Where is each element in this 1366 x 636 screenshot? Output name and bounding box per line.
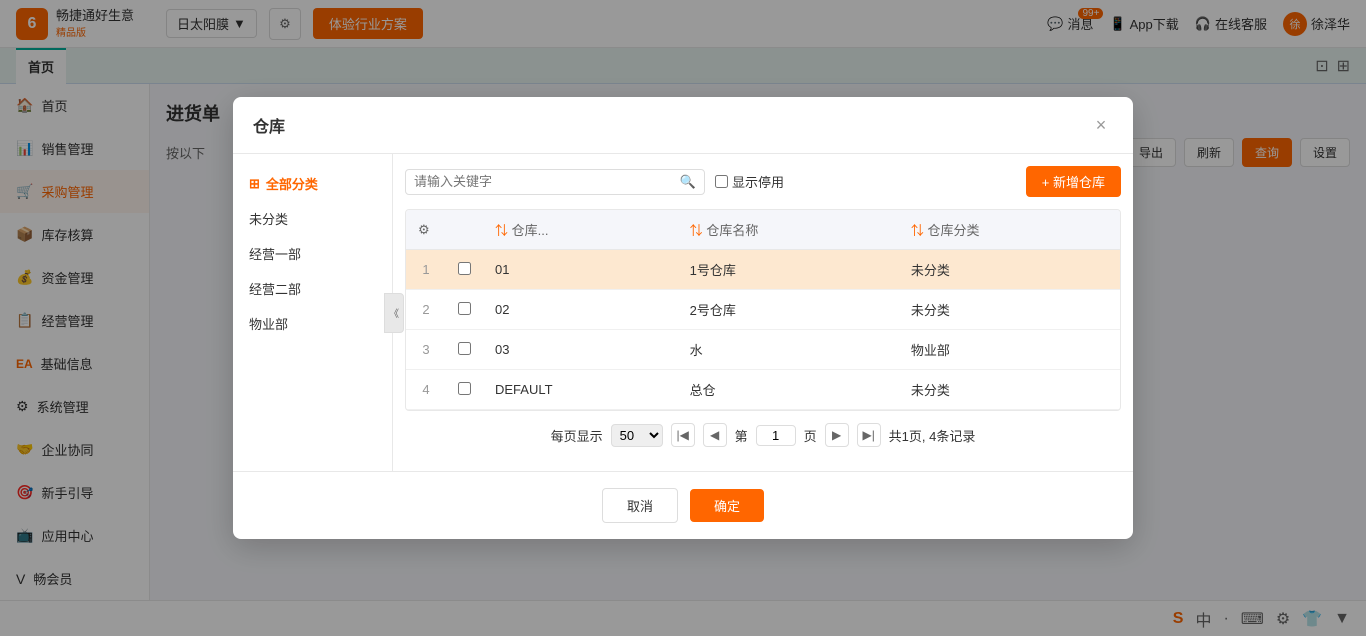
gear-col-icon: ⚙ [418, 222, 430, 237]
confirm-button[interactable]: 确定 [690, 489, 764, 522]
row-code: DEFAULT [483, 370, 678, 410]
modal-close-button[interactable]: × [1089, 113, 1113, 137]
row-checkbox[interactable] [446, 330, 483, 370]
row-gear: 4 [406, 370, 446, 410]
row-name: 2号仓库 [678, 290, 899, 330]
sort-icon3: ⇅ [911, 223, 924, 238]
row-gear: 1 [406, 250, 446, 290]
per-page-label: 每页显示 [551, 426, 603, 445]
row-category: 未分类 [899, 370, 1120, 410]
cancel-button[interactable]: 取消 [602, 488, 678, 523]
col-code[interactable]: ⇅ 仓库... [483, 210, 678, 250]
row-checkbox[interactable] [446, 290, 483, 330]
row-category: 未分类 [899, 250, 1120, 290]
data-table: ⚙ ⇅ 仓库... ⇅ 仓库名称 [405, 209, 1121, 411]
category-all[interactable]: ⊞ 全部分类 [233, 166, 392, 201]
total-records: 共1页, 4条记录 [889, 426, 976, 445]
row-category: 物业部 [899, 330, 1120, 370]
modal-title: 仓库 [253, 113, 285, 137]
col-category[interactable]: ⇅ 仓库分类 [899, 210, 1120, 250]
page-label: 第 [735, 426, 748, 445]
new-warehouse-button[interactable]: + 新增仓库 [1026, 166, 1121, 197]
warehouse-modal: 仓库 × ⊞ 全部分类 未分类 经营一部 经营二部 物业部 《 [233, 97, 1133, 539]
page-input[interactable] [756, 425, 796, 446]
row-checkbox[interactable] [446, 250, 483, 290]
row-gear: 2 [406, 290, 446, 330]
category-item-ops1[interactable]: 经营一部 [233, 236, 392, 271]
category-panel: ⊞ 全部分类 未分类 经营一部 经营二部 物业部 《 [233, 154, 393, 471]
row-code: 01 [483, 250, 678, 290]
row-code: 02 [483, 290, 678, 330]
row-gear: 3 [406, 330, 446, 370]
category-item-property[interactable]: 物业部 [233, 306, 392, 341]
show-disabled-label: 显示停用 [732, 172, 784, 191]
show-disabled-checkbox-group: 显示停用 [715, 172, 784, 191]
search-box: 🔍 [405, 169, 705, 195]
sort-icon2: ⇅ [690, 223, 703, 238]
table-row[interactable]: 4 DEFAULT 总仓 未分类 [406, 370, 1120, 410]
category-item-ops2[interactable]: 经营二部 [233, 271, 392, 306]
row-checkbox[interactable] [446, 370, 483, 410]
table-row[interactable]: 3 03 水 物业部 [406, 330, 1120, 370]
row-name: 总仓 [678, 370, 899, 410]
last-page-button[interactable]: ▶| [857, 423, 881, 447]
page-suffix: 页 [804, 426, 817, 445]
search-input[interactable] [414, 174, 680, 189]
warehouse-table: ⚙ ⇅ 仓库... ⇅ 仓库名称 [406, 210, 1120, 410]
next-page-button[interactable]: ▶ [825, 423, 849, 447]
col-checkbox [446, 210, 483, 250]
per-page-select[interactable]: 50 100 [611, 424, 663, 447]
grid-icon: ⊞ [249, 176, 260, 192]
col-name[interactable]: ⇅ 仓库名称 [678, 210, 899, 250]
modal-overlay: 仓库 × ⊞ 全部分类 未分类 经营一部 经营二部 物业部 《 [0, 0, 1366, 636]
table-panel: 🔍 显示停用 + 新增仓库 ⚙ [393, 154, 1133, 471]
table-header-row: ⚙ ⇅ 仓库... ⇅ 仓库名称 [406, 210, 1120, 250]
col-gear: ⚙ [406, 210, 446, 250]
sort-icon: ⇅ [495, 223, 508, 238]
show-disabled-checkbox[interactable] [715, 175, 728, 188]
prev-page-button[interactable]: ◀ [703, 423, 727, 447]
row-name: 1号仓库 [678, 250, 899, 290]
table-row[interactable]: 1 01 1号仓库 未分类 [406, 250, 1120, 290]
modal-body: ⊞ 全部分类 未分类 经营一部 经营二部 物业部 《 🔍 [233, 154, 1133, 471]
search-icon[interactable]: 🔍 [680, 174, 696, 190]
table-toolbar: 🔍 显示停用 + 新增仓库 [405, 166, 1121, 197]
collapse-panel-button[interactable]: 《 [384, 293, 404, 333]
row-name: 水 [678, 330, 899, 370]
pagination: 每页显示 50 100 |◀ ◀ 第 页 ▶ ▶| 共1页, 4条记录 [405, 411, 1121, 459]
table-row[interactable]: 2 02 2号仓库 未分类 [406, 290, 1120, 330]
row-code: 03 [483, 330, 678, 370]
modal-header: 仓库 × [233, 97, 1133, 154]
modal-footer: 取消 确定 [233, 471, 1133, 539]
row-category: 未分类 [899, 290, 1120, 330]
first-page-button[interactable]: |◀ [671, 423, 695, 447]
category-item-uncategorized[interactable]: 未分类 [233, 201, 392, 236]
